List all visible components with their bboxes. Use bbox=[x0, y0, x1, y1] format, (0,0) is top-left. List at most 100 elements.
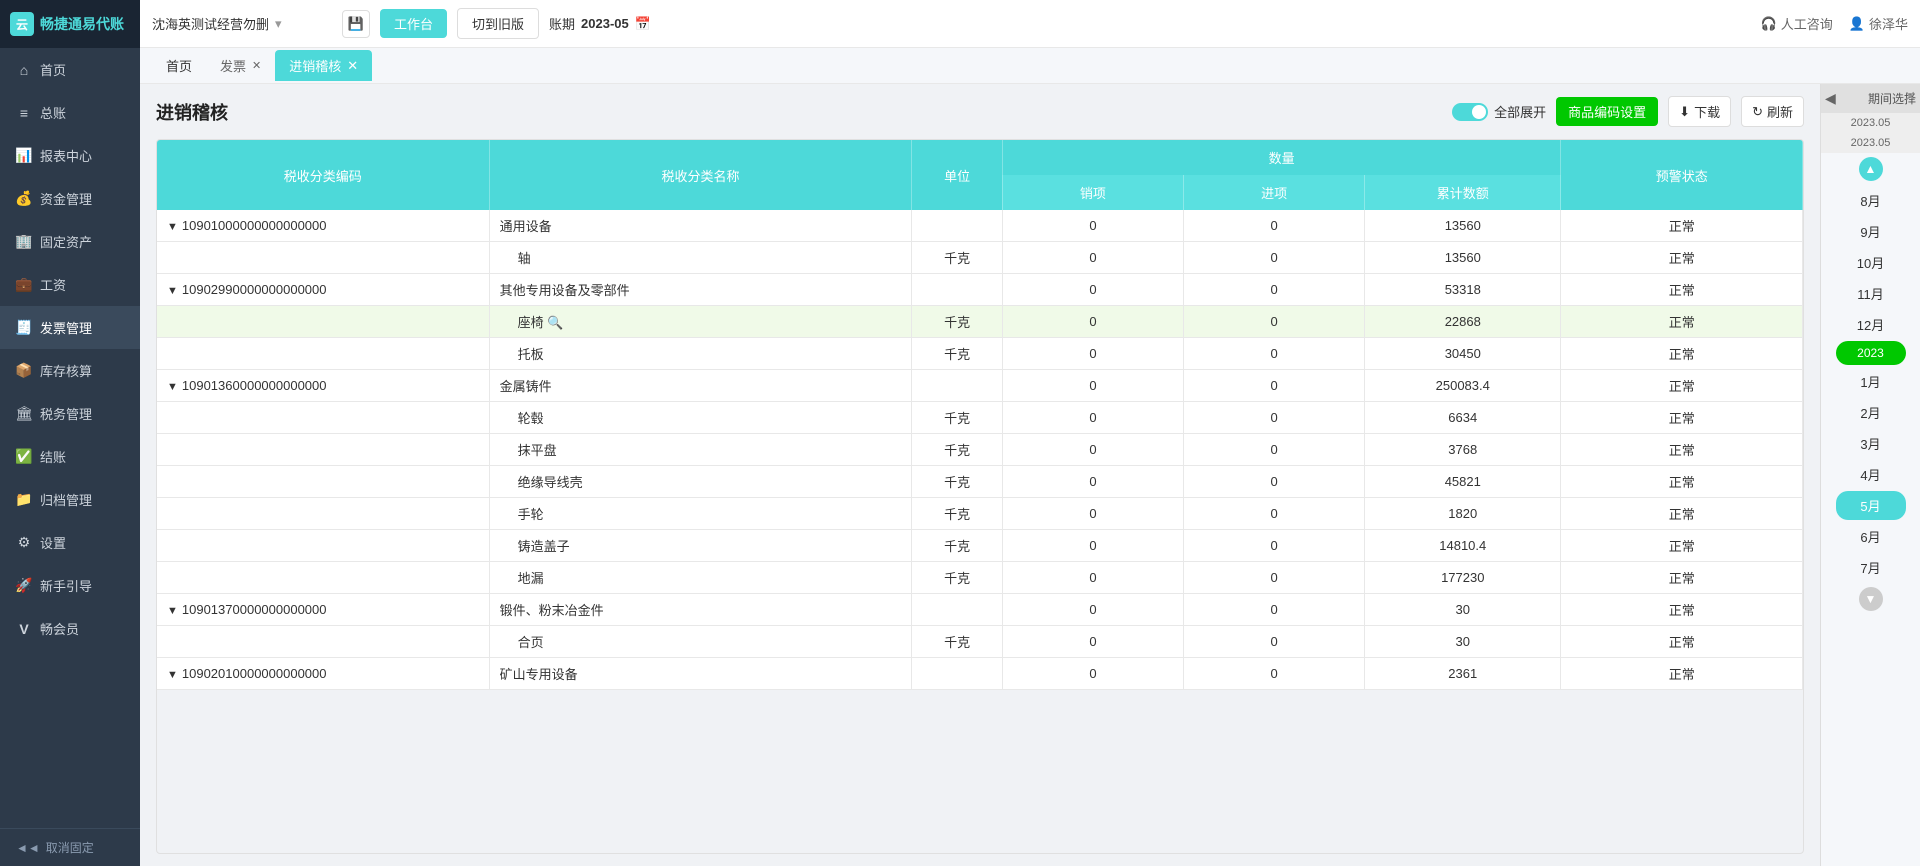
col-unit: 单位 bbox=[912, 140, 1003, 210]
row-status: 正常 bbox=[1561, 562, 1803, 594]
row-status: 正常 bbox=[1561, 594, 1803, 626]
row-unit: 千克 bbox=[912, 402, 1003, 434]
scroll-up-button[interactable]: ▲ bbox=[1859, 157, 1883, 181]
sidebar-label-guide: 新手引导 bbox=[40, 576, 92, 595]
row-total: 53318 bbox=[1365, 274, 1561, 306]
topbar: 沈海英测试经营勿删 ▾ 💾 工作台 切到旧版 账期 2023-05 📅 🎧 人工… bbox=[140, 0, 1920, 48]
username: 徐泽华 bbox=[1869, 14, 1908, 33]
month-item[interactable]: 10月 bbox=[1836, 248, 1906, 277]
support-button[interactable]: 🎧 人工咨询 bbox=[1761, 14, 1833, 33]
tab-reconcile[interactable]: 进销稽核 ✕ bbox=[275, 50, 372, 81]
expand-toggle[interactable]: 全部展开 bbox=[1452, 102, 1546, 121]
tab-home[interactable]: 首页 bbox=[152, 50, 206, 81]
search-icon[interactable]: 🔍 bbox=[547, 315, 563, 330]
row-unit: 千克 bbox=[912, 530, 1003, 562]
toggle-track[interactable] bbox=[1452, 103, 1488, 121]
row-status: 正常 bbox=[1561, 498, 1803, 530]
company-name: 沈海英测试经营勿删 bbox=[152, 14, 269, 33]
chevron-down-icon[interactable]: ▾ bbox=[275, 16, 282, 32]
row-code bbox=[157, 530, 489, 562]
tab-invoice-close[interactable]: ✕ bbox=[252, 59, 261, 72]
pin-icon: ◄◄ bbox=[16, 841, 40, 855]
row-code: ▼10901370000000000000 bbox=[157, 594, 489, 626]
row-unit bbox=[912, 370, 1003, 402]
row-purchase: 0 bbox=[1184, 402, 1365, 434]
month-item[interactable]: 9月 bbox=[1836, 217, 1906, 246]
sidebar-item-funds[interactable]: 💰 资金管理 bbox=[0, 177, 140, 220]
sidebar-item-fixed[interactable]: 🏢 固定资产 bbox=[0, 220, 140, 263]
sidebar-item-settings[interactable]: ⚙ 设置 bbox=[0, 521, 140, 564]
sidebar-item-report[interactable]: 📊 报表中心 bbox=[0, 134, 140, 177]
year-2022-header2: 2023.05 bbox=[1821, 133, 1920, 153]
row-name: 其他专用设备及零部件 bbox=[489, 274, 912, 306]
panel-nav-up: ▲ bbox=[1821, 153, 1920, 185]
calendar-icon[interactable]: 📅 bbox=[635, 16, 651, 32]
tabs-bar: 首页 发票 ✕ 进销稽核 ✕ bbox=[140, 48, 1920, 84]
unpin-button[interactable]: ◄◄ 取消固定 bbox=[0, 828, 140, 866]
month-item[interactable]: 11月 bbox=[1836, 279, 1906, 308]
row-unit: 千克 bbox=[912, 626, 1003, 658]
month-item[interactable]: 12月 bbox=[1836, 310, 1906, 339]
save-button[interactable]: 💾 bbox=[342, 10, 370, 38]
user-menu[interactable]: 👤 徐泽华 bbox=[1849, 14, 1908, 33]
row-unit: 千克 bbox=[912, 242, 1003, 274]
period-selector[interactable]: 账期 2023-05 📅 bbox=[549, 14, 651, 33]
row-sale: 0 bbox=[1002, 402, 1183, 434]
row-name: 轮毂 bbox=[489, 402, 912, 434]
row-code bbox=[157, 498, 489, 530]
refresh-label: 刷新 bbox=[1767, 102, 1793, 121]
sidebar-item-invoice[interactable]: 🧾 发票管理 bbox=[0, 306, 140, 349]
panel-close-button[interactable]: ✕ bbox=[1904, 88, 1916, 105]
workbench-button[interactable]: 工作台 bbox=[380, 9, 447, 38]
scroll-down-button[interactable]: ▼ bbox=[1859, 587, 1883, 611]
switch-version-button[interactable]: 切到旧版 bbox=[457, 8, 539, 39]
month-item[interactable]: 7月 bbox=[1836, 553, 1906, 582]
row-total: 13560 bbox=[1365, 210, 1561, 242]
month-item[interactable]: 1月 bbox=[1836, 367, 1906, 396]
download-button[interactable]: ⬇ 下载 bbox=[1668, 96, 1731, 127]
col-name: 税收分类名称 bbox=[489, 140, 912, 210]
row-purchase: 0 bbox=[1184, 498, 1365, 530]
sidebar-item-inventory[interactable]: 📦 库存核算 bbox=[0, 349, 140, 392]
period-label: 账期 bbox=[549, 14, 575, 33]
unpin-label: 取消固定 bbox=[46, 839, 94, 856]
month-item[interactable]: 3月 bbox=[1836, 429, 1906, 458]
row-total: 3768 bbox=[1365, 434, 1561, 466]
row-purchase: 0 bbox=[1184, 370, 1365, 402]
sidebar-label-report: 报表中心 bbox=[40, 146, 92, 165]
month-item[interactable]: 2月 bbox=[1836, 398, 1906, 427]
sidebar-item-close[interactable]: ✅ 结账 bbox=[0, 435, 140, 478]
sidebar-label-funds: 资金管理 bbox=[40, 189, 92, 208]
sidebar-item-tax[interactable]: 🏛 税务管理 bbox=[0, 392, 140, 435]
row-unit: 千克 bbox=[912, 338, 1003, 370]
panel-collapse-button[interactable]: ◀ bbox=[1825, 90, 1836, 107]
tab-invoice[interactable]: 发票 ✕ bbox=[206, 50, 275, 81]
row-code bbox=[157, 338, 489, 370]
sidebar-item-ledger[interactable]: ≡ 总账 bbox=[0, 91, 140, 134]
row-name: 铸造盖子 bbox=[489, 530, 912, 562]
content-area: 进销稽核 全部展开 商品编码设置 ⬇ 下载 bbox=[140, 84, 1820, 866]
row-unit bbox=[912, 658, 1003, 690]
member-icon: V bbox=[16, 621, 32, 637]
sidebar-item-guide[interactable]: 🚀 新手引导 bbox=[0, 564, 140, 607]
sidebar-item-archive[interactable]: 📁 归档管理 bbox=[0, 478, 140, 521]
company-selector[interactable]: 沈海英测试经营勿删 ▾ bbox=[152, 14, 332, 33]
month-item[interactable]: 8月 bbox=[1836, 186, 1906, 215]
tab-reconcile-close[interactable]: ✕ bbox=[347, 58, 358, 74]
row-code bbox=[157, 562, 489, 594]
sidebar-item-salary[interactable]: 💼 工资 bbox=[0, 263, 140, 306]
col-warning: 预警状态 bbox=[1561, 140, 1803, 210]
month-item[interactable]: 4月 bbox=[1836, 460, 1906, 489]
refresh-button[interactable]: ↻ 刷新 bbox=[1741, 96, 1804, 127]
sidebar-label-member: 畅会员 bbox=[40, 619, 79, 638]
row-sale: 0 bbox=[1002, 338, 1183, 370]
tab-home-label: 首页 bbox=[166, 56, 192, 75]
month-item[interactable]: 5月 bbox=[1836, 491, 1906, 520]
data-table[interactable]: 税收分类编码 税收分类名称 单位 数量 预警状态 销项 进项 累计数额 bbox=[156, 139, 1804, 854]
sidebar-item-member[interactable]: V 畅会员 bbox=[0, 607, 140, 650]
month-item[interactable]: 6月 bbox=[1836, 522, 1906, 551]
user-icon: 👤 bbox=[1849, 16, 1865, 32]
sidebar-item-home[interactable]: ⌂ 首页 bbox=[0, 48, 140, 91]
commodity-setting-button[interactable]: 商品编码设置 bbox=[1556, 97, 1658, 126]
row-code bbox=[157, 434, 489, 466]
